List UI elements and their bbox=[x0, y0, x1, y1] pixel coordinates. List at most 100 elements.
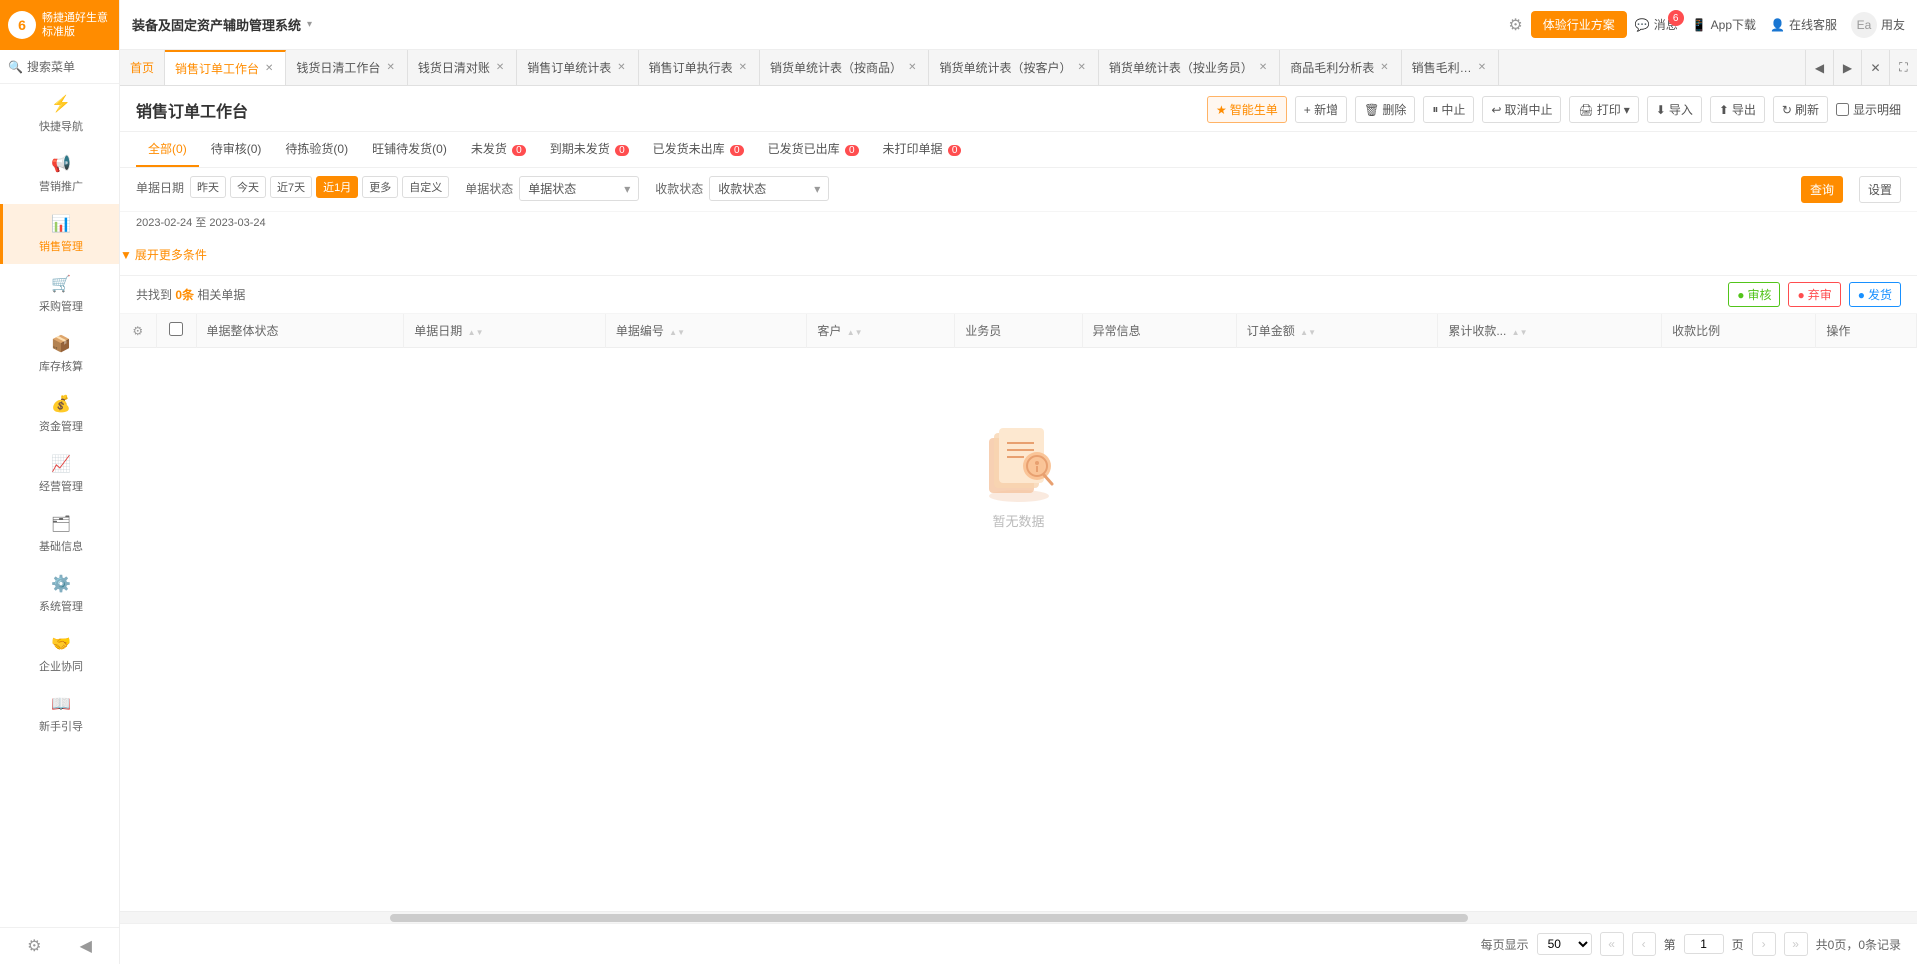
scroll-thumb[interactable] bbox=[390, 914, 1468, 922]
sub-tab-expired-unshipped[interactable]: 到期未发货 0 bbox=[538, 132, 641, 167]
refresh-button[interactable]: ↻ 刷新 bbox=[1773, 96, 1828, 123]
tab-sales-stat-customer[interactable]: 销货单统计表（按客户） ✕ bbox=[929, 50, 1098, 86]
show-detail-checkbox[interactable] bbox=[1836, 103, 1849, 116]
sidebar-item-guide[interactable]: 📖 新手引导 bbox=[0, 684, 119, 744]
th-received[interactable]: 累计收款... ▲▼ bbox=[1438, 314, 1662, 348]
print-button[interactable]: 🖨 打印 ▾ bbox=[1569, 96, 1638, 123]
tab-close-icon[interactable]: ✕ bbox=[1476, 62, 1488, 73]
sub-tab-unprinted[interactable]: 未打印单据 0 bbox=[871, 132, 974, 167]
first-page-btn[interactable]: « bbox=[1600, 932, 1624, 956]
tab-next-btn[interactable]: ▶ bbox=[1833, 50, 1861, 86]
tab-close-all-btn[interactable]: ✕ bbox=[1861, 50, 1889, 86]
tab-close-icon[interactable]: ✕ bbox=[737, 62, 749, 73]
query-button[interactable]: 查询 bbox=[1801, 176, 1843, 203]
collapse-icon[interactable]: ◀ bbox=[80, 936, 92, 956]
cancel-pause-button[interactable]: ↩ 取消中止 bbox=[1482, 96, 1561, 123]
filter-date-7days[interactable]: 近7天 bbox=[270, 176, 312, 198]
filter-date-today[interactable]: 今天 bbox=[230, 176, 266, 198]
th-customer[interactable]: 客户 ▲▼ bbox=[807, 314, 955, 348]
gear-icon[interactable]: ⚙ bbox=[1508, 15, 1522, 35]
select-all-checkbox[interactable] bbox=[169, 322, 183, 336]
ship-button[interactable]: ● 发货 bbox=[1849, 282, 1901, 307]
sub-tab-shipped-unstored[interactable]: 已发货未出库 0 bbox=[641, 132, 756, 167]
dropdown-arrow-icon[interactable]: ▾ bbox=[307, 19, 312, 30]
column-settings-icon[interactable]: ⚙ bbox=[132, 324, 143, 338]
sub-tab-pending-inspection[interactable]: 待拣验货(0) bbox=[273, 132, 360, 167]
sort-received-icon[interactable]: ▲▼ bbox=[1512, 328, 1528, 337]
tab-sales-stat-product[interactable]: 销货单统计表（按商品） ✕ bbox=[760, 50, 929, 86]
sidebar-item-operations[interactable]: 📈 经营管理 bbox=[0, 444, 119, 504]
approve-button[interactable]: ● 审核 bbox=[1728, 282, 1780, 307]
next-page-btn[interactable]: › bbox=[1752, 932, 1776, 956]
tab-sales-gross[interactable]: 销售毛利… ✕ bbox=[1402, 50, 1499, 86]
th-date[interactable]: 单据日期 ▲▼ bbox=[404, 314, 606, 348]
tab-sales-order[interactable]: 销售订单工作台 ✕ bbox=[165, 50, 286, 86]
th-settings[interactable]: ⚙ bbox=[120, 314, 156, 348]
sidebar-item-finance[interactable]: 💰 资金管理 bbox=[0, 384, 119, 444]
filter-payment-select[interactable]: 收款状态 ▾ bbox=[709, 176, 829, 201]
sidebar-item-inventory[interactable]: 📦 库存核算 bbox=[0, 324, 119, 384]
add-button[interactable]: + 新增 bbox=[1295, 96, 1347, 123]
sidebar-search[interactable]: 🔍 搜索菜单 bbox=[0, 50, 119, 84]
prev-page-btn[interactable]: ‹ bbox=[1632, 932, 1656, 956]
sidebar-item-enterprise[interactable]: 🤝 企业协同 bbox=[0, 624, 119, 684]
export-button[interactable]: ⬆ 导出 bbox=[1710, 96, 1765, 123]
sidebar-item-quick-nav[interactable]: ⚡ 快捷导航 bbox=[0, 84, 119, 144]
pause-button[interactable]: ⏸ 中止 bbox=[1423, 96, 1474, 123]
filter-date-yesterday[interactable]: 昨天 bbox=[190, 176, 226, 198]
tab-sales-stat-staff[interactable]: 销货单统计表（按业务员） ✕ bbox=[1099, 50, 1280, 86]
tab-sales-stat[interactable]: 销售订单统计表 ✕ bbox=[517, 50, 638, 86]
tab-home[interactable]: 首页 bbox=[120, 50, 165, 86]
sort-number-icon[interactable]: ▲▼ bbox=[669, 328, 685, 337]
last-page-btn[interactable]: » bbox=[1784, 932, 1808, 956]
import-button[interactable]: ⬇ 导入 bbox=[1647, 96, 1702, 123]
sub-tab-all[interactable]: 全部(0) bbox=[136, 132, 199, 167]
tab-close-icon[interactable]: ✕ bbox=[263, 63, 275, 74]
tab-close-icon[interactable]: ✕ bbox=[494, 62, 506, 73]
tab-close-icon[interactable]: ✕ bbox=[615, 62, 627, 73]
filter-date-more[interactable]: 更多 bbox=[362, 176, 398, 198]
sidebar-item-purchase[interactable]: 🛒 采购管理 bbox=[0, 264, 119, 324]
tab-gross-profit[interactable]: 商品毛利分析表 ✕ bbox=[1280, 50, 1401, 86]
filter-date-1month[interactable]: 近1月 bbox=[316, 176, 358, 198]
sort-customer-icon[interactable]: ▲▼ bbox=[847, 328, 863, 337]
page-number-input[interactable] bbox=[1684, 934, 1724, 954]
expand-conditions-btn[interactable]: ▼ 展开更多条件 bbox=[120, 246, 1917, 263]
tab-close-icon[interactable]: ✕ bbox=[384, 62, 396, 73]
tab-cash-reconcile[interactable]: 钱货日清对账 ✕ bbox=[408, 50, 517, 86]
per-page-select[interactable]: 50 100 200 bbox=[1537, 933, 1592, 955]
reject-button[interactable]: ● 弃审 bbox=[1788, 282, 1840, 307]
sub-tab-wangpu-pending[interactable]: 旺铺待发货(0) bbox=[360, 132, 459, 167]
tab-sales-exec[interactable]: 销售订单执行表 ✕ bbox=[639, 50, 760, 86]
online-service-btn[interactable]: 👤 在线客服 bbox=[1770, 16, 1837, 33]
sort-amount-icon[interactable]: ▲▼ bbox=[1300, 328, 1316, 337]
delete-button[interactable]: 🗑 删除 bbox=[1355, 96, 1415, 123]
sort-date-icon[interactable]: ▲▼ bbox=[468, 328, 484, 337]
tab-close-icon[interactable]: ✕ bbox=[1075, 62, 1087, 73]
sidebar-item-base-info[interactable]: 🗂 基础信息 bbox=[0, 504, 119, 564]
th-number[interactable]: 单据编号 ▲▼ bbox=[605, 314, 807, 348]
th-amount[interactable]: 订单金额 ▲▼ bbox=[1236, 314, 1438, 348]
tab-close-icon[interactable]: ✕ bbox=[1257, 62, 1269, 73]
industry-solution-button[interactable]: 体验行业方案 bbox=[1531, 11, 1627, 38]
th-operation[interactable]: 操作 bbox=[1816, 314, 1917, 348]
tab-close-icon[interactable]: ✕ bbox=[906, 62, 918, 73]
th-checkbox[interactable] bbox=[156, 314, 196, 348]
th-status[interactable]: 单据整体状态 bbox=[196, 314, 404, 348]
tab-cash-daily[interactable]: 钱货日清工作台 ✕ bbox=[286, 50, 407, 86]
th-staff[interactable]: 业务员 bbox=[955, 314, 1082, 348]
horizontal-scroll[interactable] bbox=[120, 911, 1917, 923]
sidebar-item-sales[interactable]: 📊 销售管理 bbox=[0, 204, 119, 264]
sub-tab-shipped-stored[interactable]: 已发货已出库 0 bbox=[756, 132, 871, 167]
tab-prev-btn[interactable]: ◀ bbox=[1805, 50, 1833, 86]
tab-fullscreen-btn[interactable]: ⛶ bbox=[1889, 50, 1917, 86]
app-download-btn[interactable]: 📱 App下载 bbox=[1692, 16, 1756, 33]
sidebar-item-marketing[interactable]: 📢 营销推广 bbox=[0, 144, 119, 204]
filter-settings-button[interactable]: 设置 bbox=[1859, 176, 1901, 203]
filter-status-select[interactable]: 单据状态 ▾ bbox=[519, 176, 639, 201]
sidebar-item-system[interactable]: ⚙️ 系统管理 bbox=[0, 564, 119, 624]
th-exception[interactable]: 异常信息 bbox=[1082, 314, 1236, 348]
th-payment-ratio[interactable]: 收款比例 bbox=[1662, 314, 1816, 348]
sub-tab-unshipped[interactable]: 未发货 0 bbox=[459, 132, 538, 167]
tab-close-icon[interactable]: ✕ bbox=[1378, 62, 1390, 73]
